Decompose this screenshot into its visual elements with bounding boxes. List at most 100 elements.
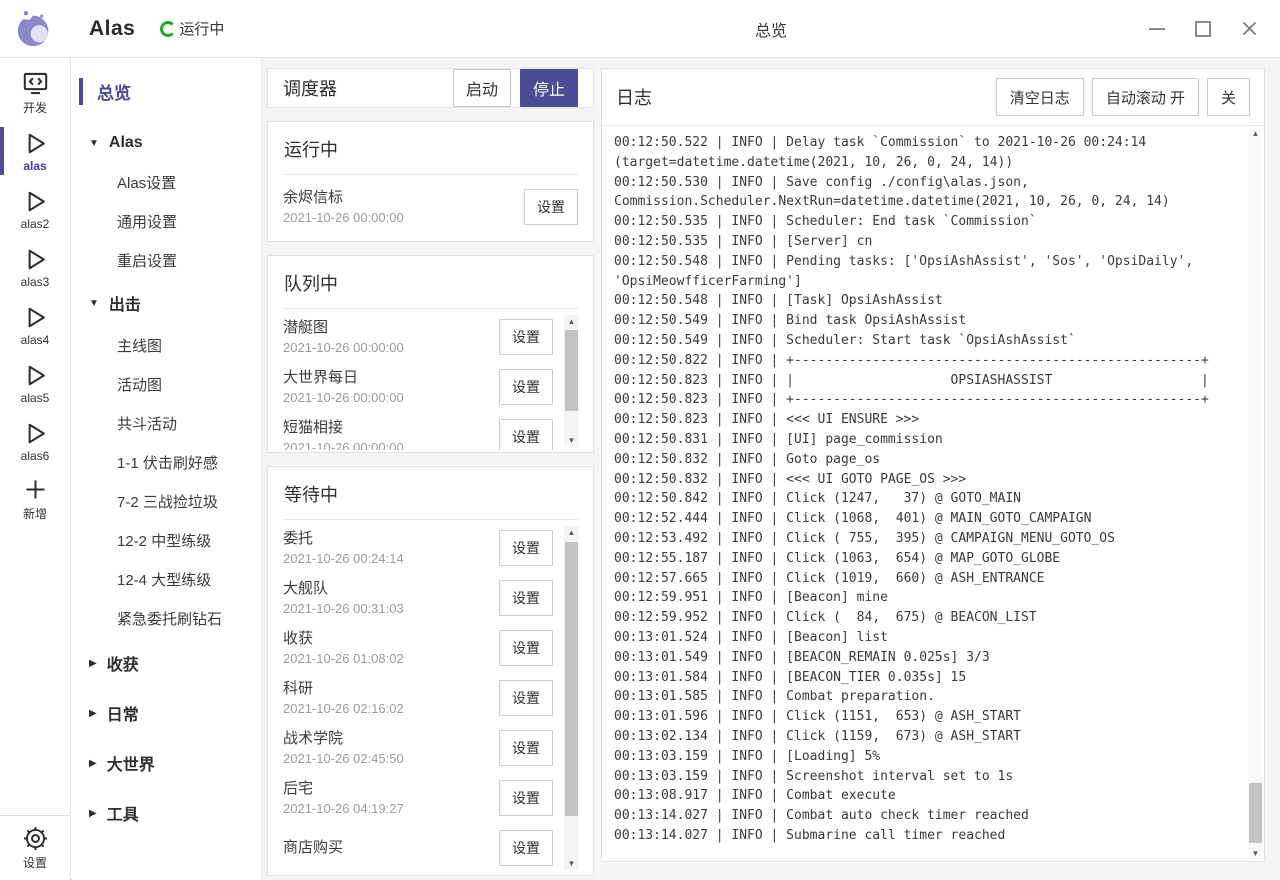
log-line: 00:12:59.952 | INFO | Click ( 84, 675) @… — [614, 608, 1232, 628]
sidebar-item-alas6[interactable]: alas6 — [0, 412, 70, 470]
log-line: 00:12:50.548 | INFO | Pending tasks: ['O… — [614, 252, 1232, 292]
instance-sidebar: 开发alasalas2alas3alas4alas5alas6新增 设置 — [0, 58, 71, 880]
sidebar-item-alas4[interactable]: alas4 — [0, 296, 70, 354]
scrollbar-track[interactable] — [564, 539, 579, 857]
menu-item-1-1 伏击刷好感[interactable]: 1-1 伏击刷好感 — [72, 443, 261, 482]
task-name: 潜艇图 — [283, 317, 499, 339]
scrollbar-up-arrow[interactable]: ▲ — [564, 315, 579, 328]
scrollbar-thumb[interactable] — [565, 330, 578, 411]
menu-item-紧急委托刷钻石[interactable]: 紧急委托刷钻石 — [72, 599, 261, 638]
sidebar-item-新增[interactable]: 新增 — [0, 470, 70, 528]
menu-item-7-2 三战捡垃圾[interactable]: 7-2 三战捡垃圾 — [72, 482, 261, 521]
menu-group-label: 日常 — [107, 701, 139, 725]
menu-item-活动图[interactable]: 活动图 — [72, 365, 261, 404]
maximize-button[interactable] — [1180, 8, 1226, 50]
menu-item-12-2 中型练级[interactable]: 12-2 中型练级 — [72, 521, 261, 560]
task-setting-button[interactable]: 设置 — [499, 830, 553, 866]
play-icon — [22, 246, 49, 273]
sidebar-item-alas5[interactable]: alas5 — [0, 354, 70, 412]
chevron-down-icon: ▼ — [89, 138, 99, 149]
task-name: 短猫相接 — [283, 417, 499, 439]
waiting-card: 等待中 委托2021-10-26 00:24:14设置大舰队2021-10-26… — [267, 466, 594, 876]
menu-group-大世界[interactable]: ▶ 大世界 — [72, 738, 261, 788]
scrollbar-thumb[interactable] — [565, 542, 578, 815]
menu-item-通用设置[interactable]: 通用设置 — [72, 202, 261, 241]
sidebar-item-alas2[interactable]: alas2 — [0, 180, 70, 238]
task-name: 收获 — [283, 628, 499, 650]
scrollbar-track[interactable] — [1248, 140, 1263, 847]
scrollbar-thumb[interactable] — [1249, 783, 1262, 843]
task-info: 战术学院2021-10-26 02:45:50 — [283, 728, 499, 768]
scrollbar-down-arrow[interactable]: ▼ — [564, 857, 579, 870]
task-name: 商店购买 — [283, 837, 499, 859]
task-setting-button[interactable]: 设置 — [499, 630, 553, 666]
log-line: 00:12:50.822 | INFO | +-----------------… — [614, 351, 1232, 371]
sidebar-item-alas3[interactable]: alas3 — [0, 238, 70, 296]
scrollbar[interactable]: ▲ ▼ — [1248, 127, 1263, 860]
minimize-button[interactable] — [1134, 8, 1180, 50]
menu-item-主线图[interactable]: 主线图 — [72, 326, 261, 365]
sidebar-item-alas[interactable]: alas — [0, 122, 70, 180]
close-button[interactable] — [1226, 8, 1272, 50]
chevron-right-icon: ▶ — [89, 758, 97, 769]
sidebar-item-开发[interactable]: 开发 — [0, 64, 70, 122]
scrollbar-up-arrow[interactable]: ▲ — [1248, 127, 1263, 140]
chevron-right-icon: ▶ — [89, 658, 97, 669]
clear-log-button[interactable]: 清空日志 — [996, 78, 1084, 116]
log-line: 00:12:50.535 | INFO | [Server] cn — [614, 232, 1232, 252]
log-card: 日志 清空日志 自动滚动 开 关 00:12:50.522 | INFO | D… — [601, 68, 1265, 862]
scrollbar-up-arrow[interactable]: ▲ — [564, 526, 579, 539]
task-setting-button[interactable]: 设置 — [499, 780, 553, 816]
task-setting-button[interactable]: 设置 — [499, 530, 553, 566]
autoscroll-off-button[interactable]: 关 — [1207, 78, 1250, 116]
menu-group-出击[interactable]: ▼出击 — [72, 280, 261, 326]
task-next-run-time: 2021-10-26 00:31:03 — [283, 600, 499, 618]
task-setting-button[interactable]: 设置 — [499, 730, 553, 766]
menu-item-重启设置[interactable]: 重启设置 — [72, 241, 261, 280]
plus-icon — [22, 476, 49, 503]
sidebar-settings-section: 设置 — [0, 815, 70, 880]
start-button[interactable]: 启动 — [453, 69, 511, 107]
log-line: 00:12:57.665 | INFO | Click (1019, 660) … — [614, 569, 1232, 589]
task-next-run-time: 2021-10-26 01:08:02 — [283, 650, 499, 668]
play-icon — [22, 420, 49, 447]
play-icon — [22, 130, 49, 157]
menu-group-label: 大世界 — [107, 751, 155, 775]
task-setting-button[interactable]: 设置 — [499, 369, 553, 405]
autoscroll-on-button[interactable]: 自动滚动 开 — [1092, 78, 1199, 116]
running-section-title: 运行中 — [283, 122, 578, 175]
log-line: 00:12:50.823 | INFO | +-----------------… — [614, 390, 1232, 410]
scheduler-card: 调度器 启动 停止 — [267, 68, 594, 108]
menu-item-12-4 大型练级[interactable]: 12-4 大型练级 — [72, 560, 261, 599]
log-line: 00:13:01.584 | INFO | [BEACON_TIER 0.035… — [614, 668, 1232, 688]
gear-icon — [22, 825, 49, 852]
scrollbar-track[interactable] — [564, 328, 579, 434]
scrollbar[interactable]: ▲ ▼ — [564, 526, 579, 870]
close-icon — [1241, 20, 1258, 37]
task-setting-button[interactable]: 设置 — [499, 580, 553, 616]
stop-button[interactable]: 停止 — [520, 69, 578, 107]
task-info: 后宅2021-10-26 04:19:27 — [283, 778, 499, 818]
scrollbar[interactable]: ▲ ▼ — [564, 315, 579, 447]
menu-group-Alas[interactable]: ▼Alas — [72, 123, 261, 163]
menu-group-工具[interactable]: ▶工具 — [72, 788, 261, 838]
scrollbar-down-arrow[interactable]: ▼ — [564, 434, 579, 447]
scrollbar-down-arrow[interactable]: ▼ — [1248, 847, 1263, 860]
task-setting-button[interactable]: 设置 — [499, 680, 553, 716]
task-row: 短猫相接2021-10-26 00:00:00设置 — [283, 412, 553, 450]
task-setting-button[interactable]: 设置 — [499, 319, 553, 355]
main-content: 调度器 启动 停止 运行中 余烬信标2021-10-26 00:00:00设置 … — [262, 58, 1280, 880]
task-setting-button[interactable]: 设置 — [524, 189, 578, 225]
menu-item-共斗活动[interactable]: 共斗活动 — [72, 404, 261, 443]
menu-item-总览[interactable]: 总览 — [72, 77, 261, 106]
log-line: 00:12:50.549 | INFO | Scheduler: Start t… — [614, 331, 1232, 351]
log-line: 00:13:08.917 | INFO | Combat execute — [614, 786, 1232, 806]
log-line: 00:12:50.823 | INFO | <<< UI ENSURE >>> — [614, 410, 1232, 430]
task-row: 收获2021-10-26 01:08:02设置 — [283, 623, 553, 673]
menu-group-收获[interactable]: ▶收获 — [72, 638, 261, 688]
task-setting-button[interactable]: 设置 — [499, 419, 553, 450]
task-next-run-time: 2021-10-26 00:24:14 — [283, 550, 499, 568]
menu-group-日常[interactable]: ▶日常 — [72, 688, 261, 738]
menu-item-Alas设置[interactable]: Alas设置 — [72, 163, 261, 202]
sidebar-item-settings[interactable]: 设置 — [0, 816, 70, 880]
